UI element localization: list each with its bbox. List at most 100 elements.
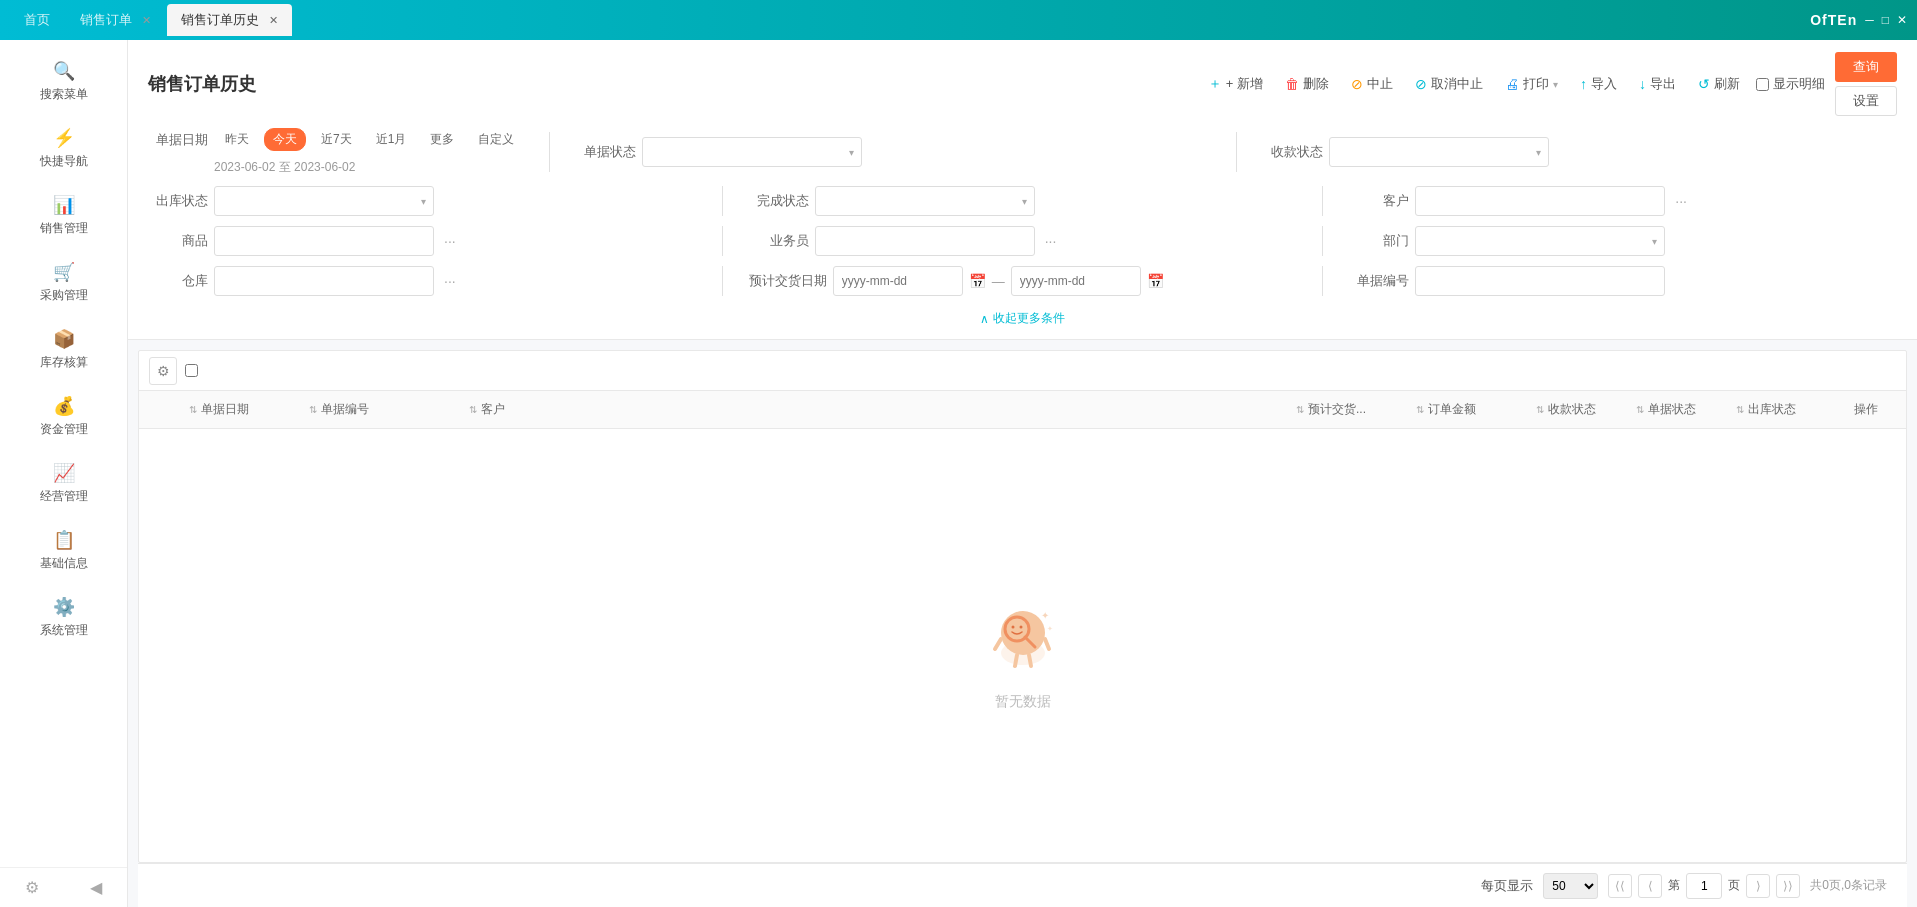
svg-line-9 [1029, 655, 1031, 666]
complete-status-select[interactable] [815, 186, 1035, 216]
th-amount[interactable]: ⇅ 订单金额 [1406, 401, 1526, 418]
print-icon: 🖨 [1505, 76, 1519, 92]
import-btn[interactable]: ↑ 导入 [1574, 71, 1623, 97]
sidebar-item-search-menu[interactable]: 🔍 搜索菜单 [0, 48, 127, 115]
th-delivery[interactable]: ⇅ 预计交货... [1286, 401, 1406, 418]
import-label: 导入 [1591, 75, 1617, 93]
sort-date-icon: ⇅ [189, 404, 197, 415]
page-number-input[interactable] [1686, 873, 1722, 899]
delivery-date-label: 预计交货日期 [749, 272, 827, 290]
th-docno[interactable]: ⇅ 单据编号 [299, 401, 459, 418]
th-out-status[interactable]: ⇅ 出库状态 [1726, 401, 1826, 418]
sidebar-item-purchase-mgmt[interactable]: 🛒 采购管理 [0, 249, 127, 316]
th-date[interactable]: ⇅ 单据日期 [179, 401, 299, 418]
tab-sales-order-history-label: 销售订单历史 [181, 11, 259, 29]
content-area: 销售订单历史 ＋ + 新增 🗑 删除 ⊘ 中止 ⊘ [128, 40, 1917, 907]
new-btn[interactable]: ＋ + 新增 [1202, 71, 1269, 97]
warehouse-label: 仓库 [148, 272, 208, 290]
svg-text:✦: ✦ [1041, 610, 1049, 621]
goods-label: 商品 [148, 232, 208, 250]
goods-input[interactable] [214, 226, 434, 256]
date-btn-today[interactable]: 今天 [264, 128, 306, 151]
window-close[interactable]: ✕ [1897, 13, 1907, 27]
new-label: + 新增 [1226, 75, 1263, 93]
date-btn-custom[interactable]: 自定义 [469, 128, 523, 151]
date-btn-1month[interactable]: 近1月 [367, 128, 416, 151]
customer-input[interactable] [1415, 186, 1665, 216]
query-btn[interactable]: 查询 [1835, 52, 1897, 82]
sidebar-item-operations[interactable]: 📈 经营管理 [0, 450, 127, 517]
tab-sales-order-history[interactable]: 销售订单历史 ✕ [167, 4, 292, 36]
date-btn-7days[interactable]: 近7天 [312, 128, 361, 151]
page-title: 销售订单历史 [148, 72, 256, 96]
svg-line-7 [1045, 639, 1049, 649]
tab-sales-order-close[interactable]: ✕ [142, 14, 151, 27]
sidebar-item-sales-mgmt[interactable]: 📊 销售管理 [0, 182, 127, 249]
page-size-select[interactable]: 50 20 100 [1543, 873, 1598, 899]
page-next-btn[interactable]: ⟩ [1746, 874, 1770, 898]
date-btn-yesterday[interactable]: 昨天 [216, 128, 258, 151]
tab-sales-order[interactable]: 销售订单 ✕ [66, 4, 165, 36]
salesperson-dotdot-btn[interactable]: ··· [1041, 233, 1061, 249]
goods-dotdot-btn[interactable]: ··· [440, 233, 460, 249]
warehouse-dotdot-btn[interactable]: ··· [440, 273, 460, 289]
sidebar-collapse-btn[interactable]: ◀ [90, 878, 102, 897]
page-label-pre: 第 [1668, 877, 1680, 894]
pay-status-select[interactable] [1329, 137, 1549, 167]
delivery-date-to-input[interactable] [1011, 266, 1141, 296]
th-doc-status[interactable]: ⇅ 单据状态 [1626, 401, 1726, 418]
table-gear-btn[interactable]: ⚙ [149, 357, 177, 385]
stop-btn[interactable]: ⊘ 中止 [1345, 71, 1399, 97]
salesperson-input[interactable] [815, 226, 1035, 256]
svg-line-8 [1015, 655, 1017, 666]
tab-home[interactable]: 首页 [10, 4, 64, 36]
docno-input[interactable] [1415, 266, 1665, 296]
delivery-date-to-cal-icon[interactable]: 📅 [1147, 273, 1164, 289]
delivery-date-from-input[interactable] [833, 266, 963, 296]
th-pay-status[interactable]: ⇅ 收款状态 [1526, 401, 1626, 418]
window-minimize[interactable]: ─ [1865, 13, 1874, 27]
show-detail-container: 显示明细 [1756, 75, 1825, 93]
sidebar-item-basic-info[interactable]: 📋 基础信息 [0, 517, 127, 584]
sidebar-item-quick-nav[interactable]: ⚡ 快捷导航 [0, 115, 127, 182]
table-select-all-checkbox[interactable] [185, 364, 198, 377]
dept-select[interactable] [1415, 226, 1665, 256]
show-detail-checkbox[interactable] [1756, 78, 1769, 91]
dept-label: 部门 [1349, 232, 1409, 250]
sidebar-item-inventory[interactable]: 📦 库存核算 [0, 316, 127, 383]
refresh-btn[interactable]: ↺ 刷新 [1692, 71, 1746, 97]
pagination-footer: 每页显示 50 20 100 ⟨⟨ ⟨ 第 页 ⟩ ⟩⟩ 共0页,0条记录 [138, 863, 1907, 907]
doc-status-select[interactable] [642, 137, 862, 167]
collapse-btn[interactable]: ∧ 收起更多条件 [980, 310, 1065, 327]
out-status-select[interactable] [214, 186, 434, 216]
cancel-stop-btn[interactable]: ⊘ 取消中止 [1409, 71, 1489, 97]
collapse-label: 收起更多条件 [993, 310, 1065, 327]
page-first-btn[interactable]: ⟨⟨ [1608, 874, 1632, 898]
page-last-btn[interactable]: ⟩⟩ [1776, 874, 1800, 898]
page-prev-btn[interactable]: ⟨ [1638, 874, 1662, 898]
tab-sales-order-history-close[interactable]: ✕ [269, 14, 278, 27]
window-maximize[interactable]: □ [1882, 13, 1889, 27]
date-btn-more[interactable]: 更多 [421, 128, 463, 151]
date-range-display: 2023-06-02 至 2023-06-02 [214, 159, 355, 176]
date-field: 单据日期 昨天 今天 近7天 近1月 更多 自定义 2023-06-02 至 2… [148, 128, 523, 176]
settings-btn[interactable]: 设置 [1835, 86, 1897, 116]
dept-select-wrapper: ▾ [1415, 226, 1665, 256]
warehouse-input[interactable] [214, 266, 434, 296]
export-btn[interactable]: ↓ 导出 [1633, 71, 1682, 97]
delete-btn[interactable]: 🗑 删除 [1279, 71, 1335, 97]
goods-field: 商品 ··· [148, 226, 696, 256]
sidebar-item-system[interactable]: ⚙️ 系统管理 [0, 584, 127, 651]
customer-dotdot-btn[interactable]: ··· [1671, 193, 1691, 209]
topbar: 首页 销售订单 ✕ 销售订单历史 ✕ OfTEn ─ □ ✕ [0, 0, 1917, 40]
sidebar-item-operations-label: 经营管理 [40, 488, 88, 505]
sidebar-item-finance[interactable]: 💰 资金管理 [0, 383, 127, 450]
print-btn[interactable]: 🖨 打印 ▾ [1499, 71, 1564, 97]
topbar-right: OfTEn ─ □ ✕ [1810, 12, 1907, 28]
stop-label: 中止 [1367, 75, 1393, 93]
sidebar-settings-btn[interactable]: ⚙ [25, 878, 39, 897]
th-action: 操作 [1826, 401, 1906, 418]
th-customer[interactable]: ⇅ 客户 [459, 401, 1286, 418]
customer-field: 客户 ··· [1349, 186, 1897, 216]
delivery-date-from-cal-icon[interactable]: 📅 [969, 273, 986, 289]
